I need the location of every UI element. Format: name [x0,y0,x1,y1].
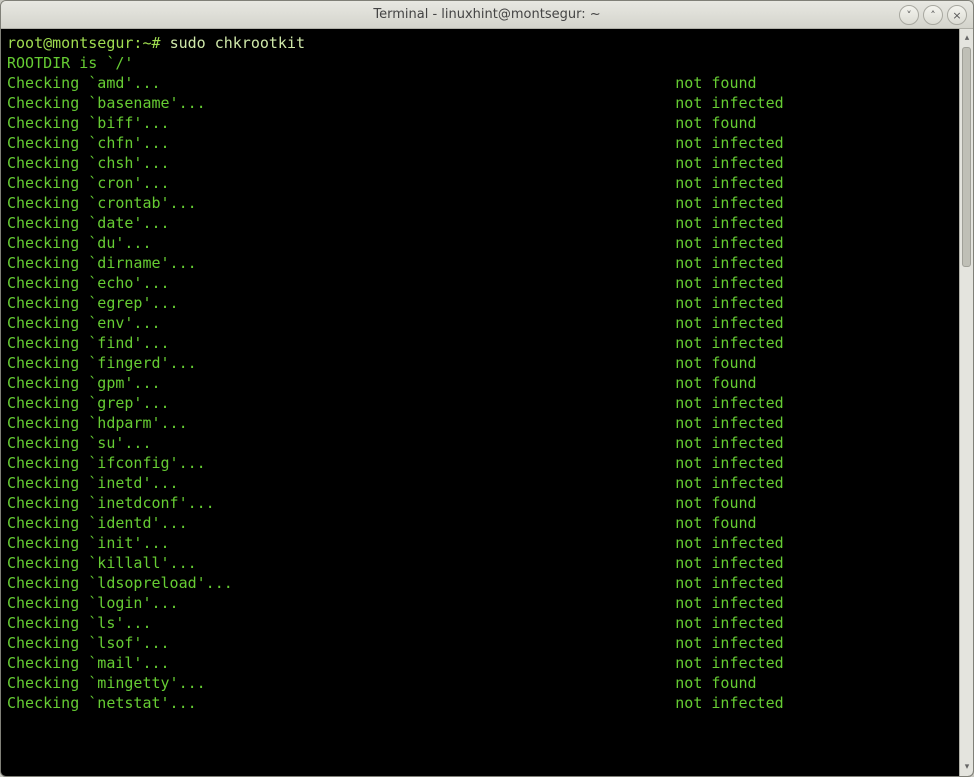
scrollbar[interactable]: ▴ ▾ [959,29,973,776]
check-line: Checking `date'... not infected [7,213,953,233]
check-line: Checking `mail'... not infected [7,653,953,673]
check-line: Checking `echo'... not infected [7,273,953,293]
check-line: Checking `basename'... not infected [7,93,953,113]
prompt: root@montsegur:~# [7,34,170,52]
terminal-body: root@montsegur:~# sudo chkrootkitROOTDIR… [1,29,973,776]
terminal-window: Terminal - linuxhint@montsegur: ~ ˅ ˄ × … [0,0,974,777]
check-line: Checking `inetd'... not infected [7,473,953,493]
check-line: Checking `killall'... not infected [7,553,953,573]
check-line: Checking `env'... not infected [7,313,953,333]
command-text: sudo chkrootkit [170,34,305,52]
scroll-thumb[interactable] [962,47,971,267]
check-line: Checking `grep'... not infected [7,393,953,413]
check-line: Checking `ifconfig'... not infected [7,453,953,473]
check-line: Checking `lsof'... not infected [7,633,953,653]
chevron-up-icon: ˄ [930,9,936,22]
check-line: Checking `mingetty'... not found [7,673,953,693]
scroll-down-arrow-icon[interactable]: ▾ [960,758,974,776]
check-line: Checking `init'... not infected [7,533,953,553]
close-icon: × [952,9,961,22]
check-line: Checking `ldsopreload'... not infected [7,573,953,593]
check-line: Checking `dirname'... not infected [7,253,953,273]
minimize-button[interactable]: ˅ [899,5,919,25]
rootdir-line: ROOTDIR is `/' [7,53,953,73]
check-line: Checking `inetdconf'... not found [7,493,953,513]
check-line: Checking `egrep'... not infected [7,293,953,313]
check-line: Checking `identd'... not found [7,513,953,533]
check-line: Checking `amd'... not found [7,73,953,93]
check-line: Checking `find'... not infected [7,333,953,353]
scroll-up-arrow-icon[interactable]: ▴ [960,29,974,47]
close-button[interactable]: × [947,5,967,25]
check-line: Checking `gpm'... not found [7,373,953,393]
chevron-down-icon: ˅ [906,9,912,22]
check-line: Checking `chsh'... not infected [7,153,953,173]
check-line: Checking `fingerd'... not found [7,353,953,373]
check-line: Checking `crontab'... not infected [7,193,953,213]
terminal-output[interactable]: root@montsegur:~# sudo chkrootkitROOTDIR… [1,29,959,776]
check-line: Checking `hdparm'... not infected [7,413,953,433]
check-line: Checking `netstat'... not infected [7,693,953,713]
check-line: Checking `du'... not infected [7,233,953,253]
check-line: Checking `chfn'... not infected [7,133,953,153]
maximize-button[interactable]: ˄ [923,5,943,25]
titlebar[interactable]: Terminal - linuxhint@montsegur: ~ ˅ ˄ × [1,1,973,29]
window-controls: ˅ ˄ × [899,5,967,25]
check-line: Checking `login'... not infected [7,593,953,613]
check-line: Checking `su'... not infected [7,433,953,453]
check-line: Checking `biff'... not found [7,113,953,133]
check-line: Checking `cron'... not infected [7,173,953,193]
prompt-line: root@montsegur:~# sudo chkrootkit [7,33,953,53]
window-title: Terminal - linuxhint@montsegur: ~ [373,7,600,22]
check-line: Checking `ls'... not infected [7,613,953,633]
